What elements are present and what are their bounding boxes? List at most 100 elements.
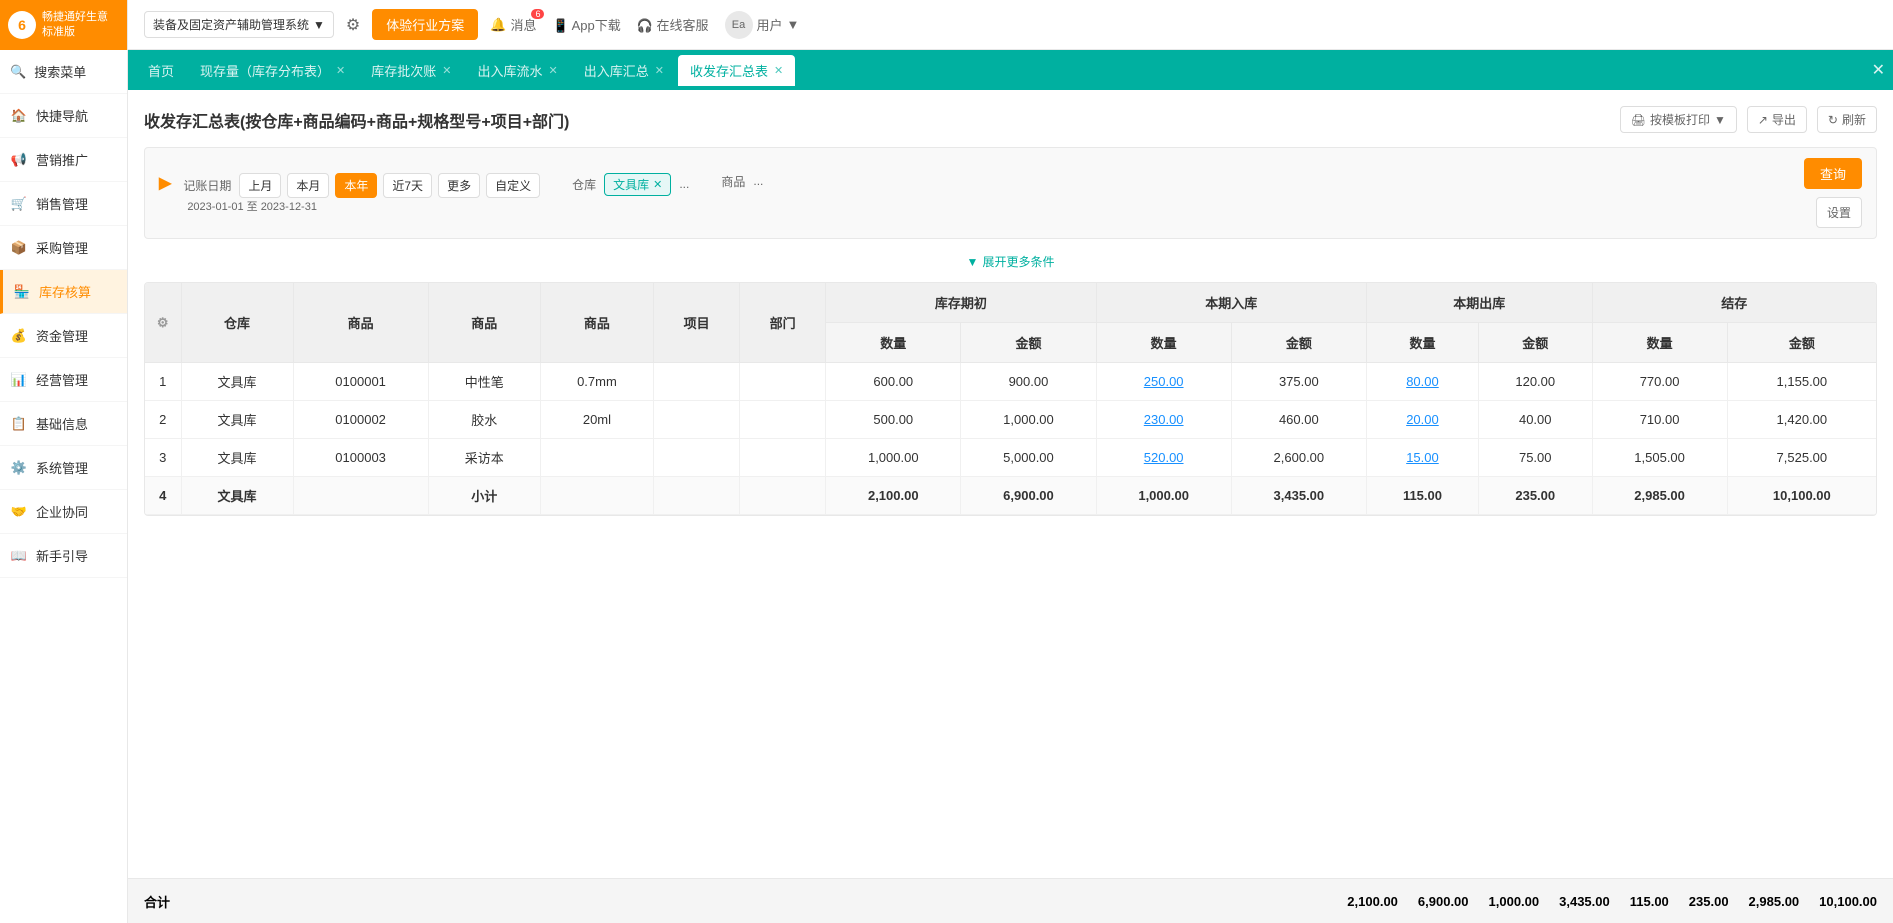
row-warehouse: 文具库 <box>181 477 293 515</box>
row-out-qty[interactable]: 80.00 <box>1366 363 1478 401</box>
seven-days-btn[interactable]: 近7天 <box>383 173 432 198</box>
filter-bar: ▶ 记账日期 上月 本月 本年 近7天 更多 自定义 2023-01-01 <box>144 147 1877 239</box>
col-project-header: 项目 <box>654 283 740 363</box>
sidebar-item-enterprise[interactable]: 🤝 企业协同 <box>0 490 127 534</box>
print-button[interactable]: 🖨 按模板打印 ▼ <box>1620 106 1737 133</box>
footer-opening-amt: 6,900.00 <box>1418 894 1469 909</box>
row-closing-amt: 10,100.00 <box>1727 477 1876 515</box>
last-month-btn[interactable]: 上月 <box>239 173 281 198</box>
date-filter-group: 记账日期 上月 本月 本年 近7天 更多 自定义 2023-01-01 至 20… <box>183 173 540 214</box>
tab-close-icon[interactable]: ✕ <box>655 64 664 77</box>
purchase-icon: 📦 <box>10 239 28 257</box>
sidebar-item-system[interactable]: ⚙️ 系统管理 <box>0 446 127 490</box>
message-button[interactable]: 🔔 消息 6 <box>490 15 536 34</box>
row-in-qty[interactable]: 250.00 <box>1096 363 1231 401</box>
system-icon: ⚙️ <box>10 459 28 477</box>
filter-settings-button[interactable]: 设置 <box>1816 197 1862 228</box>
page-title: 收发存汇总表(按仓库+商品编码+商品+规格型号+项目+部门) <box>144 108 569 132</box>
row-no: 3 <box>145 439 181 477</box>
row-project <box>654 439 740 477</box>
sidebar-item-marketing[interactable]: 📢 营销推广 <box>0 138 127 182</box>
row-in-qty[interactable]: 520.00 <box>1096 439 1231 477</box>
filter-toggle-icon[interactable]: ▶ <box>159 173 171 193</box>
gear-icon[interactable]: ⚙ <box>346 15 360 35</box>
tab-inout-summary[interactable]: 出入库汇总 ✕ <box>572 55 676 86</box>
tab-batch[interactable]: 库存批次账 ✕ <box>359 55 463 86</box>
goods-more-btn[interactable]: ... <box>753 174 763 188</box>
query-button[interactable]: 查询 <box>1804 158 1862 189</box>
tab-close-icon[interactable]: ✕ <box>442 64 451 77</box>
avatar: Ea <box>725 11 753 39</box>
tab-home[interactable]: 首页 <box>136 55 186 86</box>
tab-inventory-dist[interactable]: 现存量（库存分布表） ✕ <box>188 55 357 86</box>
sidebar: 6 畅捷通好生意 标准版 🔍 搜索菜单 🏠 快捷导航 📢 营销推广 🛒 销售管理… <box>0 0 128 923</box>
date-buttons: 上月 本月 本年 近7天 更多 自定义 <box>239 173 540 198</box>
app-download-link[interactable]: 📱 App下载 <box>552 15 620 34</box>
table-row: 2文具库0100002胶水20ml500.001,000.00230.00460… <box>145 401 1876 439</box>
col-settings-header[interactable]: ⚙ <box>145 283 181 363</box>
sidebar-item-guide[interactable]: 📖 新手引导 <box>0 534 127 578</box>
row-in-qty[interactable]: 230.00 <box>1096 401 1231 439</box>
tab-close-icon[interactable]: ✕ <box>549 64 558 77</box>
expand-more-btn[interactable]: ▼ 展开更多条件 <box>967 253 1055 270</box>
tab-close-icon[interactable]: ✕ <box>336 64 345 77</box>
this-month-btn[interactable]: 本月 <box>287 173 329 198</box>
custom-date-btn[interactable]: 自定义 <box>486 173 540 198</box>
sidebar-item-sales[interactable]: 🛒 销售管理 <box>0 182 127 226</box>
refresh-button[interactable]: ↻ 刷新 <box>1817 106 1877 133</box>
table-gear-icon[interactable]: ⚙ <box>157 315 169 330</box>
col-goods-name-header: 商品 <box>428 283 540 363</box>
sidebar-item-basic[interactable]: 📋 基础信息 <box>0 402 127 446</box>
user-menu[interactable]: Ea 用户 ▼ <box>725 11 800 39</box>
chevron-down-icon: ▼ <box>787 17 800 32</box>
online-service-link[interactable]: 🎧 在线客服 <box>637 15 709 34</box>
sidebar-search[interactable]: 🔍 搜索菜单 <box>0 50 127 94</box>
col-closing-header: 结存 <box>1592 283 1876 323</box>
row-warehouse: 文具库 <box>181 401 293 439</box>
sidebar-item-quicknav[interactable]: 🏠 快捷导航 <box>0 94 127 138</box>
row-out-amt: 120.00 <box>1479 363 1593 401</box>
bell-icon: 🔔 <box>490 17 506 33</box>
row-out-qty[interactable]: 15.00 <box>1366 439 1478 477</box>
tab-inout-flow[interactable]: 出入库流水 ✕ <box>465 55 569 86</box>
marketing-icon: 📢 <box>10 151 28 169</box>
row-out-qty[interactable]: 20.00 <box>1366 401 1478 439</box>
row-dept <box>740 401 826 439</box>
row-in-amt: 2,600.00 <box>1231 439 1366 477</box>
row-dept <box>740 439 826 477</box>
row-goods-name: 小计 <box>428 477 540 515</box>
date-range-display: 2023-01-01 至 2023-12-31 <box>187 198 540 214</box>
row-goods-code: 0100002 <box>293 401 428 439</box>
tabbar-close-icon[interactable]: ✕ <box>1872 60 1885 80</box>
sidebar-nav: 🏠 快捷导航 📢 营销推广 🛒 销售管理 📦 采购管理 🏪 库存核算 💰 资金管… <box>0 94 127 923</box>
tab-receive-summary[interactable]: 收发存汇总表 ✕ <box>678 55 795 86</box>
row-dept <box>740 363 826 401</box>
col-warehouse-header: 仓库 <box>181 283 293 363</box>
sidebar-item-purchase[interactable]: 📦 采购管理 <box>0 226 127 270</box>
warehouse-more-btn[interactable]: ... <box>679 177 689 191</box>
row-in-qty: 1,000.00 <box>1096 477 1231 515</box>
trial-button[interactable]: 体验行业方案 <box>372 9 478 40</box>
this-year-btn[interactable]: 本年 <box>335 173 377 198</box>
sidebar-item-inventory[interactable]: 🏪 库存核算 <box>0 270 127 314</box>
warehouse-tag-close[interactable]: ✕ <box>653 178 662 191</box>
topbar: 装备及固定资产辅助管理系统 ▼ ⚙ 体验行业方案 🔔 消息 6 📱 App下载 … <box>128 0 1893 50</box>
inventory-icon: 🏪 <box>13 283 31 301</box>
sidebar-item-operations[interactable]: 📊 经营管理 <box>0 358 127 402</box>
col-goods-spec-header: 商品 <box>540 283 653 363</box>
page-title-row: 收发存汇总表(按仓库+商品编码+商品+规格型号+项目+部门) 🖨 按模板打印 ▼… <box>144 106 1877 133</box>
more-date-btn[interactable]: 更多 <box>438 173 480 198</box>
guide-icon: 📖 <box>10 547 28 565</box>
footer-in-qty: 1,000.00 <box>1489 894 1540 909</box>
export-button[interactable]: ↗ 导出 <box>1747 106 1807 133</box>
row-opening-amt: 6,900.00 <box>961 477 1096 515</box>
row-goods-name: 采访本 <box>428 439 540 477</box>
row-no: 1 <box>145 363 181 401</box>
system-selector[interactable]: 装备及固定资产辅助管理系统 ▼ <box>144 11 334 38</box>
chevron-down-icon: ▼ <box>313 18 325 32</box>
row-warehouse: 文具库 <box>181 363 293 401</box>
sidebar-item-finance[interactable]: 💰 资金管理 <box>0 314 127 358</box>
tab-close-icon[interactable]: ✕ <box>774 64 783 77</box>
row-goods-spec: 0.7mm <box>540 363 653 401</box>
row-goods-spec <box>540 477 653 515</box>
